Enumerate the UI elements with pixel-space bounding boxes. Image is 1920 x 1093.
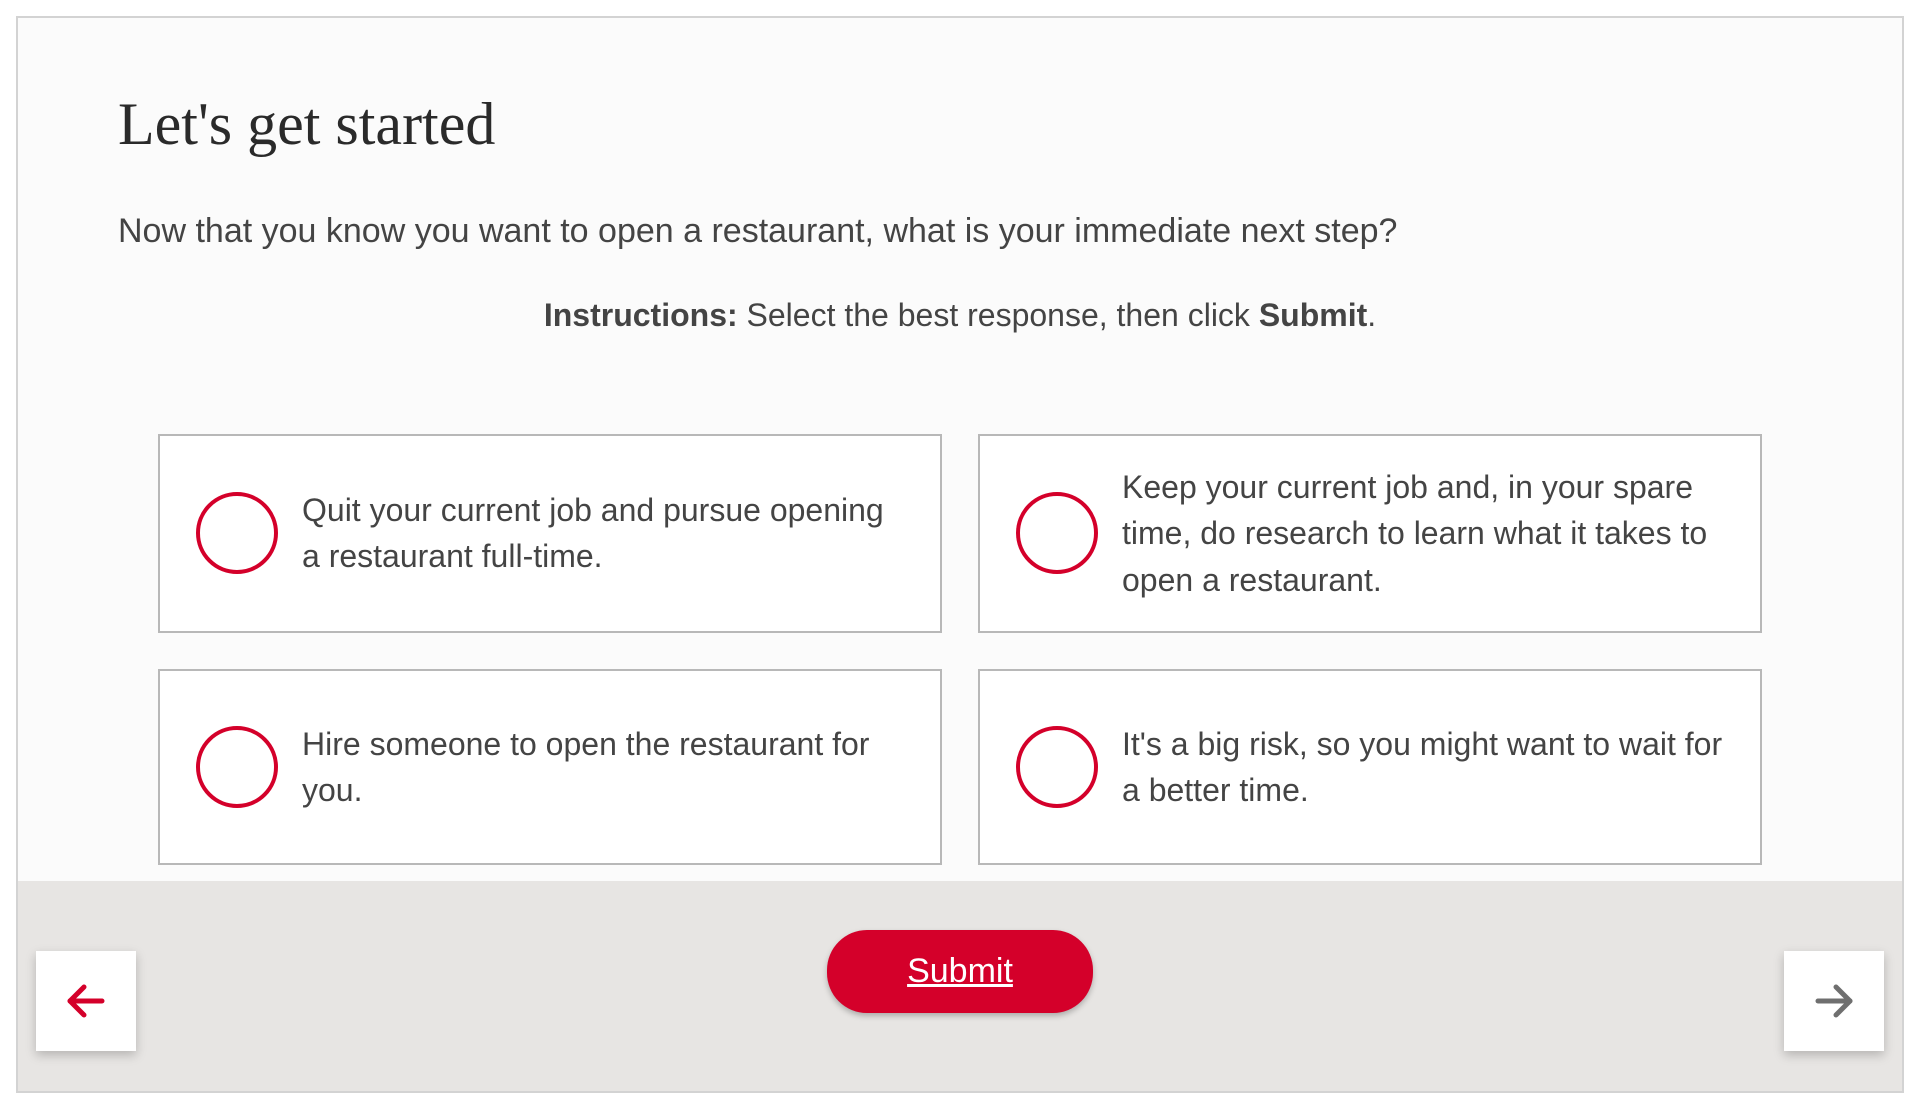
question-text: Now that you know you want to open a res… xyxy=(118,209,1802,255)
option-card-3[interactable]: Hire someone to open the restaurant for … xyxy=(158,669,942,865)
radio-icon xyxy=(196,726,278,808)
radio-icon xyxy=(1016,492,1098,574)
page-title: Let's get started xyxy=(118,90,1802,159)
instructions-text: Instructions: Select the best response, … xyxy=(118,297,1802,334)
submit-button[interactable]: Submit xyxy=(827,930,1093,1013)
prev-button[interactable] xyxy=(36,951,136,1051)
option-text: Hire someone to open the restaurant for … xyxy=(302,721,904,814)
next-button[interactable] xyxy=(1784,951,1884,1051)
content-area: Let's get started Now that you know you … xyxy=(18,18,1902,865)
instructions-submit-word: Submit xyxy=(1259,297,1367,333)
arrow-left-icon xyxy=(62,977,110,1025)
instructions-before: Select the best response, then click xyxy=(738,297,1259,333)
option-card-1[interactable]: Quit your current job and pursue opening… xyxy=(158,434,942,633)
arrow-right-icon xyxy=(1810,977,1858,1025)
option-text: It's a big risk, so you might want to wa… xyxy=(1122,721,1724,814)
instructions-label: Instructions: xyxy=(544,297,738,333)
option-text: Keep your current job and, in your spare… xyxy=(1122,464,1724,603)
options-grid: Quit your current job and pursue opening… xyxy=(118,434,1802,865)
quiz-frame: Let's get started Now that you know you … xyxy=(16,16,1904,1093)
instructions-after: . xyxy=(1367,297,1376,333)
radio-icon xyxy=(1016,726,1098,808)
option-card-2[interactable]: Keep your current job and, in your spare… xyxy=(978,434,1762,633)
option-text: Quit your current job and pursue opening… xyxy=(302,487,904,580)
option-card-4[interactable]: It's a big risk, so you might want to wa… xyxy=(978,669,1762,865)
radio-icon xyxy=(196,492,278,574)
footer-bar: Submit xyxy=(18,881,1902,1091)
